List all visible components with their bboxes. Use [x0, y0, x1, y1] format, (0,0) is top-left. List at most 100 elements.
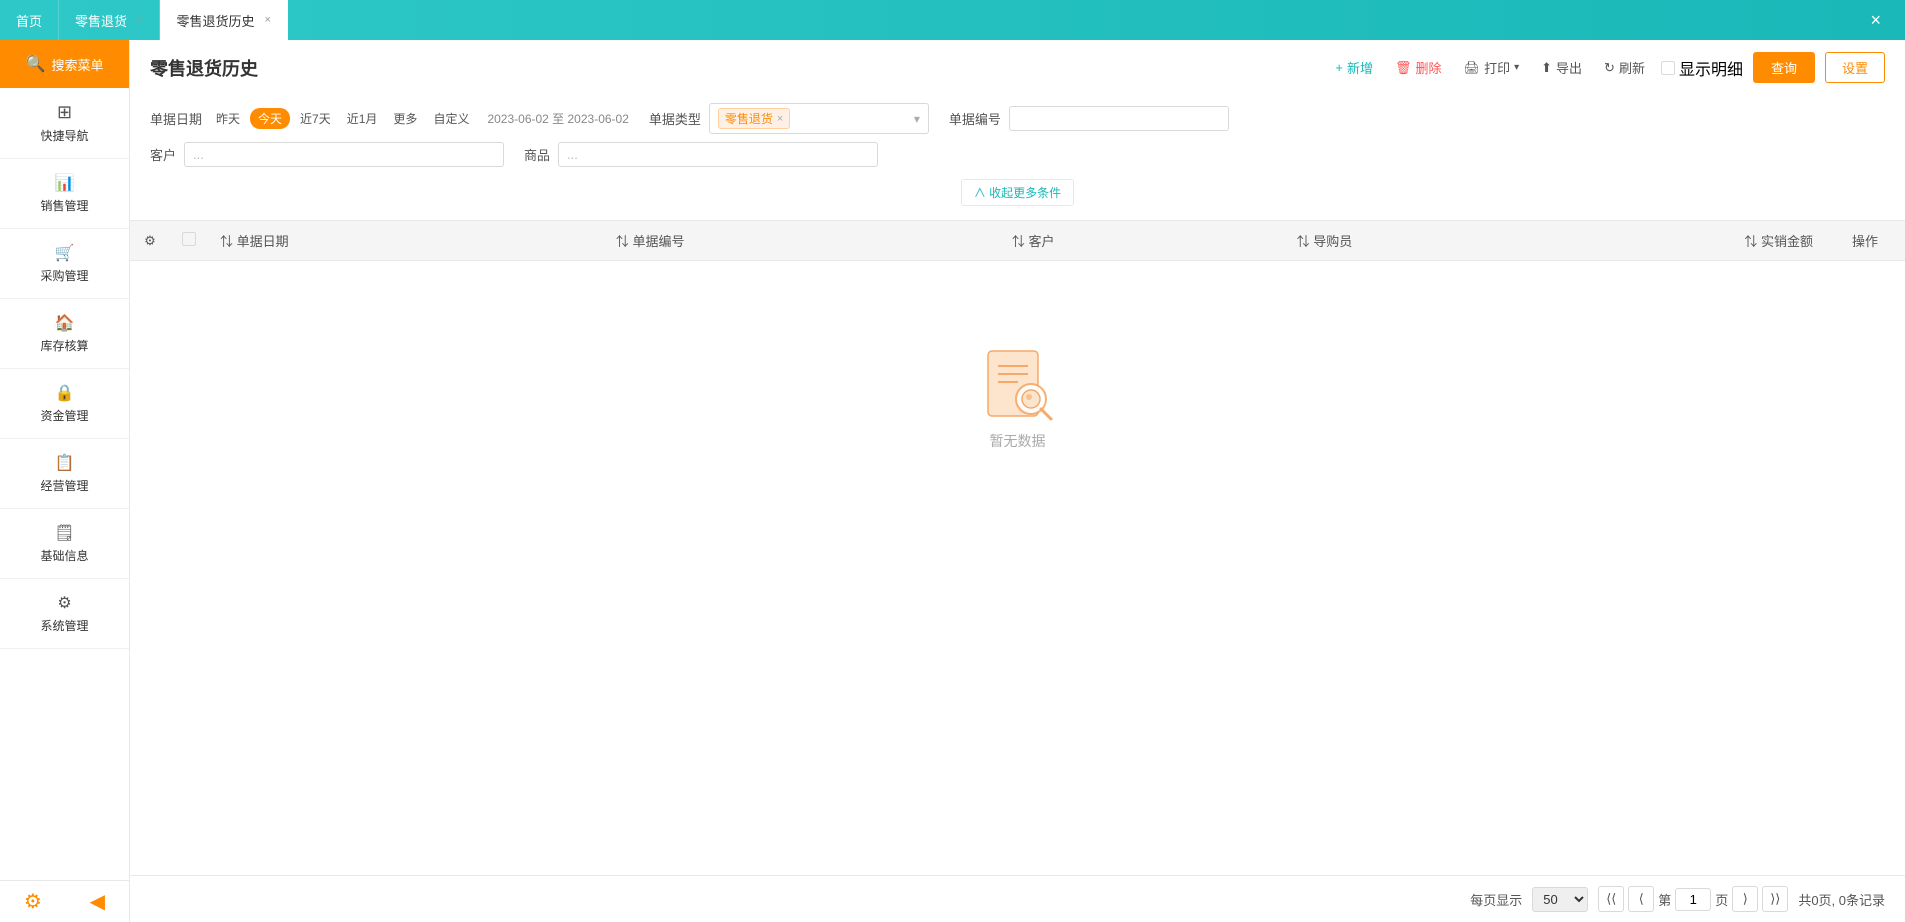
show-detail-checkbox[interactable]	[1661, 61, 1675, 75]
date-btn-last-month[interactable]: 近1月	[341, 108, 384, 129]
bill-type-label: 单据类型	[649, 109, 701, 128]
th-settings[interactable]: ⚙	[130, 221, 170, 261]
per-page-select[interactable]: 50 10 20 100	[1532, 887, 1588, 912]
prev-page-button[interactable]: ⟨	[1628, 886, 1654, 912]
sidebar-item-sales-mgmt[interactable]: 📊 销售管理	[0, 159, 129, 229]
table-container: ⚙ ⇅ 单据日期 ⇅ 单据编号 ⇅ 客户	[130, 221, 1905, 875]
sidebar-item-inventory[interactable]: 🏠 库存核算	[0, 299, 129, 369]
page-title: 零售退货历史	[150, 55, 258, 81]
goods-label: 商品	[524, 145, 550, 164]
customer-placeholder: ...	[193, 147, 204, 162]
sidebar-item-quick-nav[interactable]: ⊞ 快捷导航	[0, 88, 129, 159]
next-page-button[interactable]: ⟩	[1732, 886, 1758, 912]
new-button[interactable]: + 新增	[1329, 54, 1379, 81]
print-icon: 🖨	[1464, 60, 1481, 76]
collapse-filter-button[interactable]: ∧ 收起更多条件	[961, 179, 1074, 206]
first-page-button[interactable]: ⟨⟨	[1598, 886, 1624, 912]
tab-retail-return-close[interactable]: ×	[137, 14, 143, 26]
page-header: 零售退货历史 + 新增 🗑 删除 🖨 打印 ▾	[130, 40, 1905, 221]
select-all-checkbox[interactable]	[182, 232, 196, 246]
last-page-button[interactable]: ⟩⟩	[1762, 886, 1788, 912]
window-close-button[interactable]: ×	[1862, 6, 1889, 35]
tab-retail-return-history-close[interactable]: ×	[264, 14, 270, 26]
tab-retail-return-label: 零售退货	[75, 11, 127, 30]
filter-area: 单据日期 昨天 今天 近7天 近1月 更多 自定义 2023-06-02 至 2…	[150, 93, 1885, 220]
settings-gear-icon[interactable]: ⚙	[144, 233, 156, 248]
sidebar-item-system[interactable]: ⚙ 系统管理	[0, 579, 129, 649]
refresh-icon: ↻	[1604, 60, 1615, 76]
bill-no-label: 单据编号	[949, 109, 1001, 128]
quick-nav-icon: ⊞	[57, 102, 72, 123]
th-bill-no: ⇅ 单据编号	[604, 221, 1000, 261]
tab-retail-return[interactable]: 零售退货 ×	[59, 0, 160, 40]
empty-text: 暂无数据	[990, 431, 1046, 451]
delete-button[interactable]: 🗑 删除	[1389, 54, 1448, 81]
toolbar: + 新增 🗑 删除 🖨 打印 ▾ ⬆ 导出	[1329, 52, 1885, 83]
date-range-btns: 昨天 今天 近7天 近1月 更多 自定义	[210, 108, 475, 129]
th-bill-date-label: ⇅ 单据日期	[220, 234, 289, 249]
show-detail-label: 显示明细	[1679, 56, 1743, 80]
tab-retail-return-history[interactable]: 零售退货历史 ×	[160, 0, 287, 40]
bill-date-label: 单据日期	[150, 109, 202, 128]
filter-bill-date: 单据日期 昨天 今天 近7天 近1月 更多 自定义 2023-06-02 至 2…	[150, 108, 629, 129]
date-btn-today[interactable]: 今天	[250, 108, 290, 129]
sidebar-item-purchase-mgmt-label: 采购管理	[40, 267, 88, 284]
data-table: ⚙ ⇅ 单据日期 ⇅ 单据编号 ⇅ 客户	[130, 221, 1905, 261]
sidebar-item-basic-info[interactable]: 🗒 基础信息	[0, 509, 129, 579]
search-icon: 🔍	[26, 54, 46, 74]
sidebar-item-finance[interactable]: 🔒 资金管理	[0, 369, 129, 439]
sidebar-audio-icon[interactable]: ◀	[90, 889, 105, 914]
date-btn-last7[interactable]: 近7天	[294, 108, 337, 129]
tab-home[interactable]: 首页	[0, 0, 59, 40]
sidebar-settings-icon[interactable]: ⚙	[24, 889, 42, 914]
sidebar-item-system-label: 系统管理	[40, 617, 88, 634]
refresh-button[interactable]: ↻ 刷新	[1598, 54, 1651, 81]
print-button[interactable]: 🖨 打印 ▾	[1458, 54, 1526, 81]
bill-type-chip: 零售退货 ×	[718, 108, 790, 129]
customer-label: 客户	[150, 145, 176, 164]
pagination-bar: 每页显示 50 10 20 100 ⟨⟨ ⟨ 第 页 ⟩ ⟩⟩ 共0页, 0条记…	[130, 875, 1905, 922]
goods-placeholder: ...	[567, 147, 578, 162]
content: 零售退货历史 + 新增 🗑 删除 🖨 打印 ▾	[130, 40, 1905, 922]
show-detail-wrapper: 显示明细	[1661, 56, 1743, 80]
table-header-row: ⚙ ⇅ 单据日期 ⇅ 单据编号 ⇅ 客户	[130, 221, 1905, 261]
bill-type-dropdown-icon: ▾	[914, 112, 920, 126]
export-icon: ⬆	[1541, 60, 1552, 76]
empty-state: 暂无数据	[130, 261, 1905, 531]
sidebar-item-inventory-label: 库存核算	[40, 337, 88, 354]
sidebar-item-operation-label: 经营管理	[40, 477, 88, 494]
sales-mgmt-icon: 📊	[55, 173, 75, 193]
customer-select[interactable]: ...	[184, 142, 504, 167]
main-layout: 🔍 搜索菜单 ⊞ 快捷导航 📊 销售管理 🛒 采购管理 🏠 库存核算 🔒	[0, 40, 1905, 922]
query-button[interactable]: 查询	[1753, 52, 1815, 83]
date-btn-yesterday[interactable]: 昨天	[210, 108, 246, 129]
delete-icon: 🗑	[1395, 60, 1412, 76]
th-bill-no-label: ⇅ 单据编号	[616, 234, 685, 249]
tab-home-label: 首页	[16, 11, 42, 30]
bill-no-input[interactable]	[1009, 106, 1229, 131]
bill-type-chip-remove[interactable]: ×	[777, 113, 783, 125]
goods-select[interactable]: ...	[558, 142, 878, 167]
sidebar-item-purchase-mgmt[interactable]: 🛒 采购管理	[0, 229, 129, 299]
empty-icon	[973, 341, 1063, 431]
date-btn-more[interactable]: 更多	[387, 108, 423, 129]
per-page-label: 每页显示	[1470, 890, 1522, 909]
bill-type-select[interactable]: 零售退货 × ▾	[709, 103, 929, 134]
export-button[interactable]: ⬆ 导出	[1535, 54, 1588, 81]
th-customer: ⇅ 客户	[1000, 221, 1285, 261]
page-input[interactable]	[1675, 888, 1711, 911]
th-amount-label: ⇅ 实销金额	[1744, 234, 1813, 249]
export-label: 导出	[1556, 58, 1582, 77]
date-btn-custom[interactable]: 自定义	[427, 108, 475, 129]
filter-goods: 商品 ...	[524, 142, 878, 167]
delete-label: 删除	[1416, 58, 1442, 77]
sidebar-search[interactable]: 🔍 搜索菜单	[0, 40, 129, 88]
new-icon: +	[1335, 60, 1343, 75]
filter-bill-type: 单据类型 零售退货 × ▾	[649, 103, 929, 134]
basic-info-icon: 🗒	[54, 523, 74, 543]
bill-type-chip-text: 零售退货	[725, 110, 773, 127]
settings-button[interactable]: 设置	[1825, 52, 1885, 83]
filter-bill-no: 单据编号	[949, 106, 1229, 131]
th-checkbox[interactable]	[170, 221, 208, 261]
sidebar-item-operation[interactable]: 📋 经营管理	[0, 439, 129, 509]
